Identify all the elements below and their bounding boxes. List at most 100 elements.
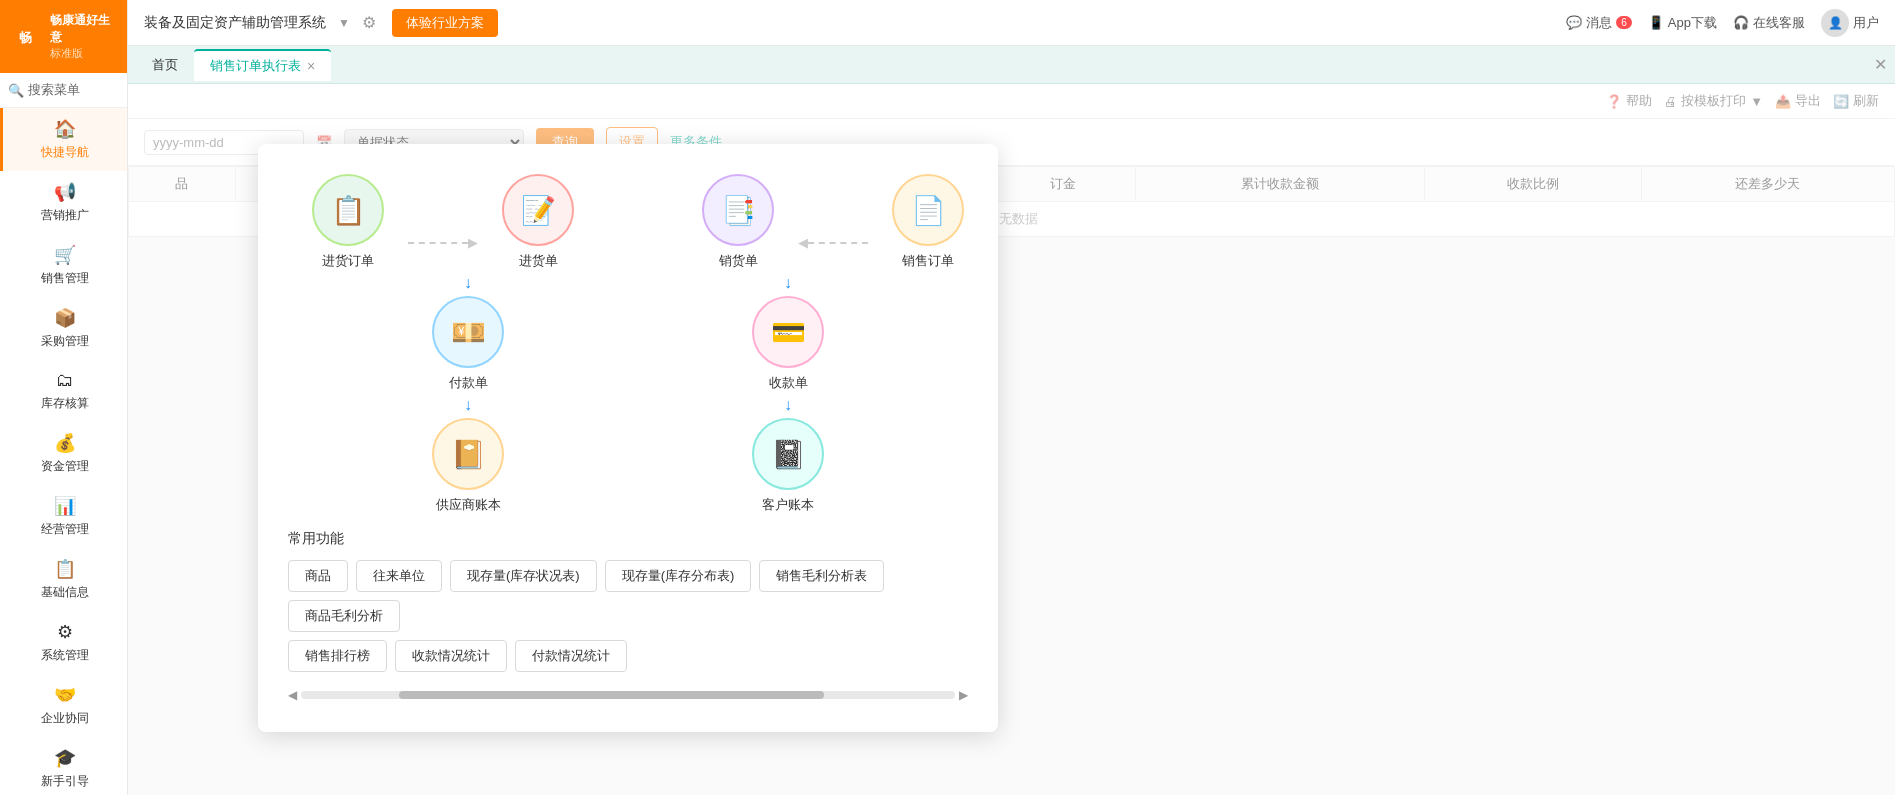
- receipt-label: 收款单: [769, 374, 808, 392]
- func-btn-product-profit[interactable]: 商品毛利分析: [288, 600, 400, 632]
- svg-text:畅: 畅: [19, 29, 32, 44]
- func-btn-product[interactable]: 商品: [288, 560, 348, 592]
- arrow-1: ▶: [408, 235, 478, 270]
- flow-item-purchase-bill[interactable]: 📝 进货单: [478, 174, 598, 270]
- func-btn-sales-rank[interactable]: 销售排行榜: [288, 640, 387, 672]
- flow-col-supplier: ↓ 📔 供应商账本: [408, 392, 528, 514]
- scroll-left-arrow[interactable]: ◀: [288, 688, 297, 702]
- flow-col-customer: ↓ 📓 客户账本: [728, 392, 848, 514]
- func-btn-partner[interactable]: 往来单位: [356, 560, 442, 592]
- sales-bill-icon: 📑: [721, 194, 756, 227]
- message-label: 消息: [1586, 14, 1612, 32]
- arrow-down-4: ↓: [784, 396, 792, 414]
- sidebar-item-enterprise[interactable]: 🤝 企业协同: [0, 674, 127, 737]
- sidebar-item-label: 系统管理: [41, 647, 89, 664]
- user-button[interactable]: 👤 用户: [1821, 9, 1879, 37]
- message-icon: 💬: [1566, 15, 1582, 30]
- common-functions-title: 常用功能: [288, 530, 968, 548]
- func-btn-receipt-stats[interactable]: 收款情况统计: [395, 640, 507, 672]
- logo-text: 畅康通好生意 标准版: [50, 12, 119, 61]
- purchase-bill-label: 进货单: [519, 252, 558, 270]
- func-btn-payment-stats[interactable]: 付款情况统计: [515, 640, 627, 672]
- sidebar-item-sales[interactable]: 🛒 销售管理: [0, 234, 127, 297]
- arrow-right-1: ▶: [468, 235, 478, 250]
- sidebar-item-label: 资金管理: [41, 458, 89, 475]
- func-btn-stock-status[interactable]: 现存量(库存状况表): [450, 560, 597, 592]
- flow-item-supplier-account[interactable]: 📔 供应商账本: [408, 418, 528, 514]
- enterprise-icon: 🤝: [54, 684, 76, 706]
- purchase-bill-circle: 📝: [502, 174, 574, 246]
- settings-icon[interactable]: ⚙: [362, 13, 376, 32]
- operations-icon: 📊: [54, 495, 76, 517]
- flow-item-customer-account[interactable]: 📓 客户账本: [728, 418, 848, 514]
- home-icon: 🏠: [54, 118, 76, 140]
- customer-label: 客户账本: [762, 496, 814, 514]
- message-button[interactable]: 💬 消息 6: [1566, 14, 1632, 32]
- trial-button[interactable]: 体验行业方案: [392, 9, 498, 37]
- system-dropdown[interactable]: ▼: [338, 16, 350, 30]
- sidebar-item-label: 经营管理: [41, 521, 89, 538]
- func-buttons-row1: 商品 往来单位 现存量(库存状况表) 现存量(库存分布表) 销售毛利分析表 商品…: [288, 560, 968, 632]
- payment-circle: 💴: [432, 296, 504, 368]
- scroll-track: [301, 691, 955, 699]
- dashed-line-1: [408, 242, 468, 244]
- supplier-icon: 📔: [451, 438, 486, 471]
- supplier-circle: 📔: [432, 418, 504, 490]
- online-service-button[interactable]: 🎧 在线客服: [1733, 14, 1805, 32]
- sidebar-item-label: 快捷导航: [41, 144, 89, 161]
- sidebar-item-operations[interactable]: 📊 经营管理: [0, 485, 127, 548]
- supplier-label: 供应商账本: [436, 496, 501, 514]
- common-functions: 常用功能 商品 往来单位 现存量(库存状况表) 现存量(库存分布表) 销售毛利分…: [288, 530, 968, 672]
- app-download-button[interactable]: 📱 App下载: [1648, 14, 1717, 32]
- sales-order-circle: 📄: [892, 174, 964, 246]
- flow-bottom-row: ↓ 📔 供应商账本 ↓: [288, 392, 848, 514]
- sidebar-item-label: 营销推广: [41, 207, 89, 224]
- purchase-icon: 📦: [54, 307, 76, 329]
- popup-scrollbar: ◀ ▶: [288, 688, 968, 702]
- purchase-order-icon: 📋: [331, 194, 366, 227]
- tab-close-button[interactable]: ×: [307, 58, 315, 74]
- sidebar-item-label: 企业协同: [41, 710, 89, 727]
- sidebar: 畅 畅康通好生意 标准版 🔍 搜索菜单 🏠 快捷导航 📢 营销推广 🛒 销售管理: [0, 0, 128, 795]
- sidebar-item-label: 采购管理: [41, 333, 89, 350]
- search-menu[interactable]: 🔍 搜索菜单: [0, 73, 127, 108]
- finance-icon: 💰: [54, 432, 76, 454]
- basic-icon: 📋: [54, 558, 76, 580]
- scroll-thumb[interactable]: [399, 691, 824, 699]
- sidebar-logo[interactable]: 畅 畅康通好生意 标准版: [0, 0, 127, 73]
- sidebar-item-quick-nav[interactable]: 🏠 快捷导航: [0, 108, 127, 171]
- sidebar-item-purchase[interactable]: 📦 采购管理: [0, 297, 127, 360]
- flow-col-receipt: ↓ 💳 收款单: [728, 270, 848, 392]
- marketing-icon: 📢: [54, 181, 76, 203]
- tab-active-label: 销售订单执行表: [210, 57, 301, 75]
- purchase-order-circle: 📋: [312, 174, 384, 246]
- scroll-right-arrow[interactable]: ▶: [959, 688, 968, 702]
- flow-item-payment[interactable]: 💴 付款单: [408, 296, 528, 392]
- flow-item-sales-order[interactable]: 📄 销售订单: [868, 174, 988, 270]
- tab-home[interactable]: 首页: [136, 50, 194, 80]
- flow-item-sales-bill[interactable]: 📑 销货单: [678, 174, 798, 270]
- sidebar-item-system[interactable]: ⚙ 系统管理: [0, 611, 127, 674]
- payment-icon: 💴: [451, 316, 486, 349]
- sidebar-item-finance[interactable]: 💰 资金管理: [0, 422, 127, 485]
- flow-top-row: 📋 进货订单 ▶ 📝: [288, 174, 988, 270]
- sidebar-item-guide[interactable]: 🎓 新手引导: [0, 737, 127, 795]
- close-all-tabs[interactable]: ✕: [1874, 55, 1887, 74]
- sidebar-item-basic[interactable]: 📋 基础信息: [0, 548, 127, 611]
- flow-mid-row: ↓ 💴 付款单 ↓: [288, 270, 848, 392]
- quick-nav-popup: 📋 进货订单 ▶ 📝: [258, 144, 998, 732]
- sidebar-item-marketing[interactable]: 📢 营销推广: [0, 171, 127, 234]
- main-content: 装备及固定资产辅助管理系统 ▼ ⚙ 体验行业方案 💬 消息 6 📱 App下载 …: [128, 0, 1895, 795]
- func-btn-stock-dist[interactable]: 现存量(库存分布表): [605, 560, 752, 592]
- customer-icon: 📓: [771, 438, 806, 471]
- sidebar-item-inventory[interactable]: 🗂 库存核算: [0, 360, 127, 422]
- flow-diagram: 📋 进货订单 ▶ 📝: [288, 174, 968, 514]
- logo-icon: 畅: [8, 19, 42, 55]
- gap-mid: [528, 270, 728, 392]
- flow-item-receipt[interactable]: 💳 收款单: [728, 296, 848, 392]
- func-btn-sales-profit[interactable]: 销售毛利分析表: [759, 560, 884, 592]
- sidebar-item-label: 销售管理: [41, 270, 89, 287]
- flow-item-purchase-order[interactable]: 📋 进货订单: [288, 174, 408, 270]
- search-icon: 🔍: [8, 83, 24, 98]
- tab-sales-order[interactable]: 销售订单执行表 ×: [194, 49, 331, 81]
